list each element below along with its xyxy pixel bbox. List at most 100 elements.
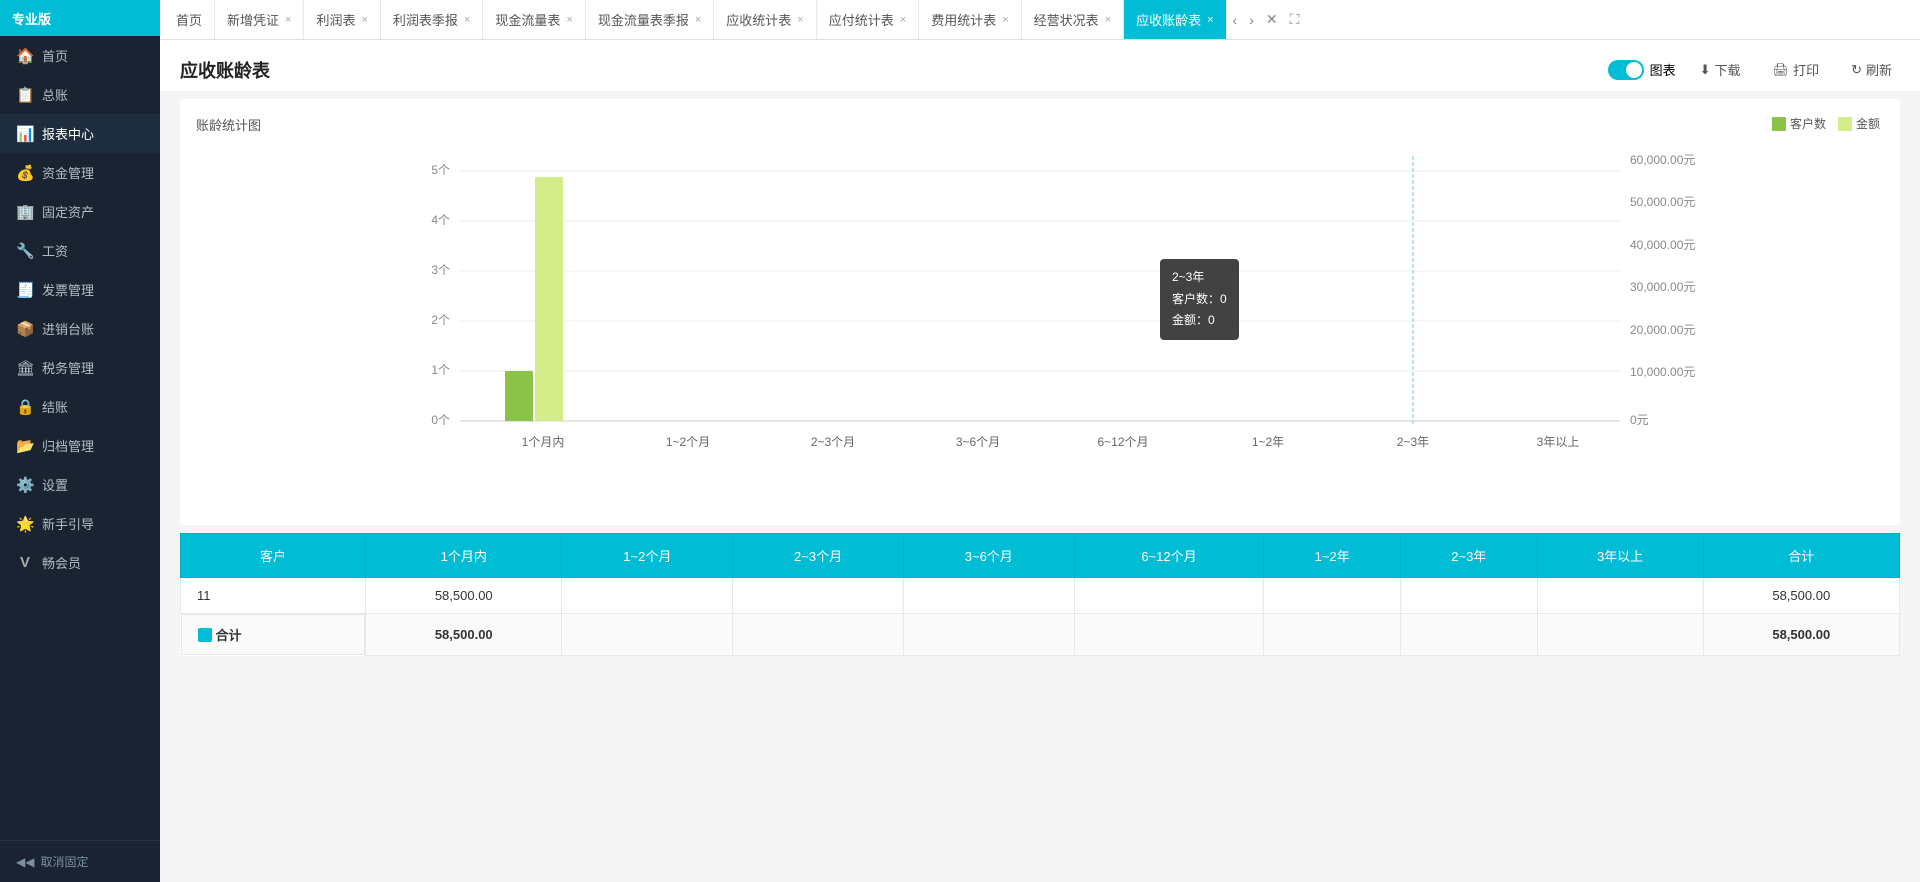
col-y2-3: 2~3年	[1400, 534, 1537, 578]
sidebar-item-label: 总账	[42, 85, 68, 104]
salary-icon: 🔧	[16, 242, 34, 260]
tax-icon: 🏛	[16, 359, 34, 377]
col-m3-6: 3~6个月	[903, 534, 1074, 578]
sidebar-item-assets[interactable]: 🏢 固定资产	[0, 192, 160, 231]
chart-title: 账龄统计图	[196, 115, 1884, 134]
sidebar-item-label: 固定资产	[42, 202, 94, 221]
total-m6-12	[1074, 614, 1264, 656]
chart-toggle[interactable]: 图表	[1608, 60, 1676, 80]
main-content: 首页 新增凭证 × 利润表 × 利润表季报 × 现金流量表 × 现金流量表季报 …	[160, 0, 1920, 882]
svg-text:40,000.00元: 40,000.00元	[1630, 238, 1695, 252]
close-tab-ar-stats[interactable]: ×	[797, 14, 803, 26]
tab-home[interactable]: 首页	[164, 0, 215, 40]
close-tab-profit-quarterly[interactable]: ×	[464, 14, 470, 26]
app-logo: 专业版	[0, 0, 160, 36]
cell-m6-12	[1074, 578, 1264, 614]
cell-y2-3	[1400, 578, 1537, 614]
close-tab-ap-stats[interactable]: ×	[900, 14, 906, 26]
toggle-track[interactable]	[1608, 60, 1644, 80]
col-y3plus: 3年以上	[1537, 534, 1703, 578]
svg-text:1个月内: 1个月内	[522, 435, 565, 449]
close-tab-profit[interactable]: ×	[361, 14, 367, 26]
col-m1-2: 1~2个月	[562, 534, 733, 578]
col-m6-12: 6~12个月	[1074, 534, 1264, 578]
pin-icon: ◀◀	[16, 855, 34, 869]
sidebar-item-archive[interactable]: 📂 归档管理	[0, 426, 160, 465]
tab-voucher[interactable]: 新增凭证 ×	[215, 0, 304, 40]
sidebar-item-invoice[interactable]: 🧾 发票管理	[0, 270, 160, 309]
svg-text:1~2年: 1~2年	[1252, 435, 1284, 449]
table-container: 客户 1个月内 1~2个月 2~3个月 3~6个月 6~12个月 1~2年 2~…	[180, 533, 1900, 656]
refresh-icon: ↻	[1851, 62, 1862, 78]
sidebar-item-reports[interactable]: 📊 报表中心	[0, 114, 160, 153]
close-tab-ar-aging[interactable]: ×	[1207, 14, 1213, 26]
tab-expense-stats[interactable]: 费用统计表 ×	[919, 0, 1021, 40]
total-y3plus	[1537, 614, 1703, 656]
sidebar-item-label: 归档管理	[42, 436, 94, 455]
table-header-row: 客户 1个月内 1~2个月 2~3个月 3~6个月 6~12个月 1~2年 2~…	[181, 534, 1900, 578]
col-m2-3: 2~3个月	[733, 534, 904, 578]
sidebar-item-funds[interactable]: 💰 资金管理	[0, 153, 160, 192]
cell-total: 58,500.00	[1703, 578, 1899, 614]
print-button[interactable]: 🖨 打印	[1765, 56, 1828, 83]
tab-cashflow-quarterly[interactable]: 现金流量表季报 ×	[586, 0, 714, 40]
sidebar-pin-toggle[interactable]: ◀◀ 取消固定	[0, 840, 160, 882]
closing-icon: 🔒	[16, 398, 34, 416]
svg-text:1个: 1个	[431, 363, 450, 377]
tab-cashflow[interactable]: 现金流量表 ×	[483, 0, 585, 40]
tab-ap-stats[interactable]: 应付统计表 ×	[817, 0, 919, 40]
svg-text:20,000.00元: 20,000.00元	[1630, 323, 1695, 337]
cell-y3plus	[1537, 578, 1703, 614]
data-table: 客户 1个月内 1~2个月 2~3个月 3~6个月 6~12个月 1~2年 2~…	[180, 533, 1900, 656]
close-tab-business-status[interactable]: ×	[1105, 14, 1111, 26]
sidebar-item-guide[interactable]: 🌟 新手引导	[0, 504, 160, 543]
tab-ar-stats[interactable]: 应收统计表 ×	[714, 0, 816, 40]
pin-label: 取消固定	[40, 853, 88, 870]
tab-profit-quarterly[interactable]: 利润表季报 ×	[381, 0, 483, 40]
svg-text:0个: 0个	[431, 413, 450, 427]
svg-text:10,000.00元: 10,000.00元	[1630, 365, 1695, 379]
page-content: 应收账龄表 图表 ⬇ 下载 🖨 打印 ↻ 刷新	[160, 40, 1920, 882]
settings-icon: ⚙️	[16, 476, 34, 494]
svg-text:2个: 2个	[431, 313, 450, 327]
refresh-button[interactable]: ↻ 刷新	[1843, 56, 1900, 83]
svg-text:3~6个月: 3~6个月	[956, 435, 1000, 449]
sidebar-item-home[interactable]: 🏠 首页	[0, 36, 160, 75]
close-tab-cashflow-quarterly[interactable]: ×	[695, 14, 701, 26]
sidebar-item-member[interactable]: V 畅会员	[0, 543, 160, 582]
sidebar-item-closing[interactable]: 🔒 结账	[0, 387, 160, 426]
tab-prev-button[interactable]: ‹	[1227, 8, 1244, 32]
tab-ar-aging[interactable]: 应收账龄表 ×	[1124, 0, 1226, 40]
close-tab-cashflow[interactable]: ×	[566, 14, 572, 26]
svg-text:2~3年: 2~3年	[1397, 435, 1429, 449]
legend-customer-count: 客户数	[1772, 115, 1826, 132]
sidebar-item-label: 发票管理	[42, 280, 94, 299]
svg-text:4个: 4个	[431, 213, 450, 227]
cell-m1: 58,500.00	[366, 578, 562, 614]
print-icon: 🖨	[1773, 62, 1790, 78]
sidebar-item-label: 结账	[42, 397, 68, 416]
sidebar-item-settings[interactable]: ⚙️ 设置	[0, 465, 160, 504]
total-icon	[198, 628, 212, 642]
svg-text:50,000.00元: 50,000.00元	[1630, 195, 1695, 209]
tab-profit[interactable]: 利润表 ×	[304, 0, 380, 40]
sidebar-item-ledger[interactable]: 📋 总账	[0, 75, 160, 114]
tab-expand-button[interactable]: ⛶	[1284, 7, 1306, 32]
sidebar-item-label: 资金管理	[42, 163, 94, 182]
sidebar-item-stock[interactable]: 📦 进销台账	[0, 309, 160, 348]
sidebar: 专业版 🏠 首页 📋 总账 📊 报表中心 💰 资金管理 🏢 固定资产 🔧 工资 …	[0, 0, 160, 882]
sidebar-item-salary[interactable]: 🔧 工资	[0, 231, 160, 270]
close-tab-expense-stats[interactable]: ×	[1002, 14, 1008, 26]
svg-text:3个: 3个	[431, 263, 450, 277]
tab-business-status[interactable]: 经营状况表 ×	[1022, 0, 1124, 40]
guide-icon: 🌟	[16, 515, 34, 533]
cell-m3-6	[903, 578, 1074, 614]
sidebar-item-label: 新手引导	[42, 514, 94, 533]
tab-close-all-button[interactable]: ✕	[1260, 7, 1284, 32]
sidebar-item-tax[interactable]: 🏛 税务管理	[0, 348, 160, 387]
download-button[interactable]: ⬇ 下载	[1692, 56, 1749, 83]
close-tab-voucher[interactable]: ×	[285, 14, 291, 26]
total-m2-3	[733, 614, 904, 656]
tab-next-button[interactable]: ›	[1243, 8, 1260, 32]
page-title: 应收账龄表	[180, 57, 270, 83]
